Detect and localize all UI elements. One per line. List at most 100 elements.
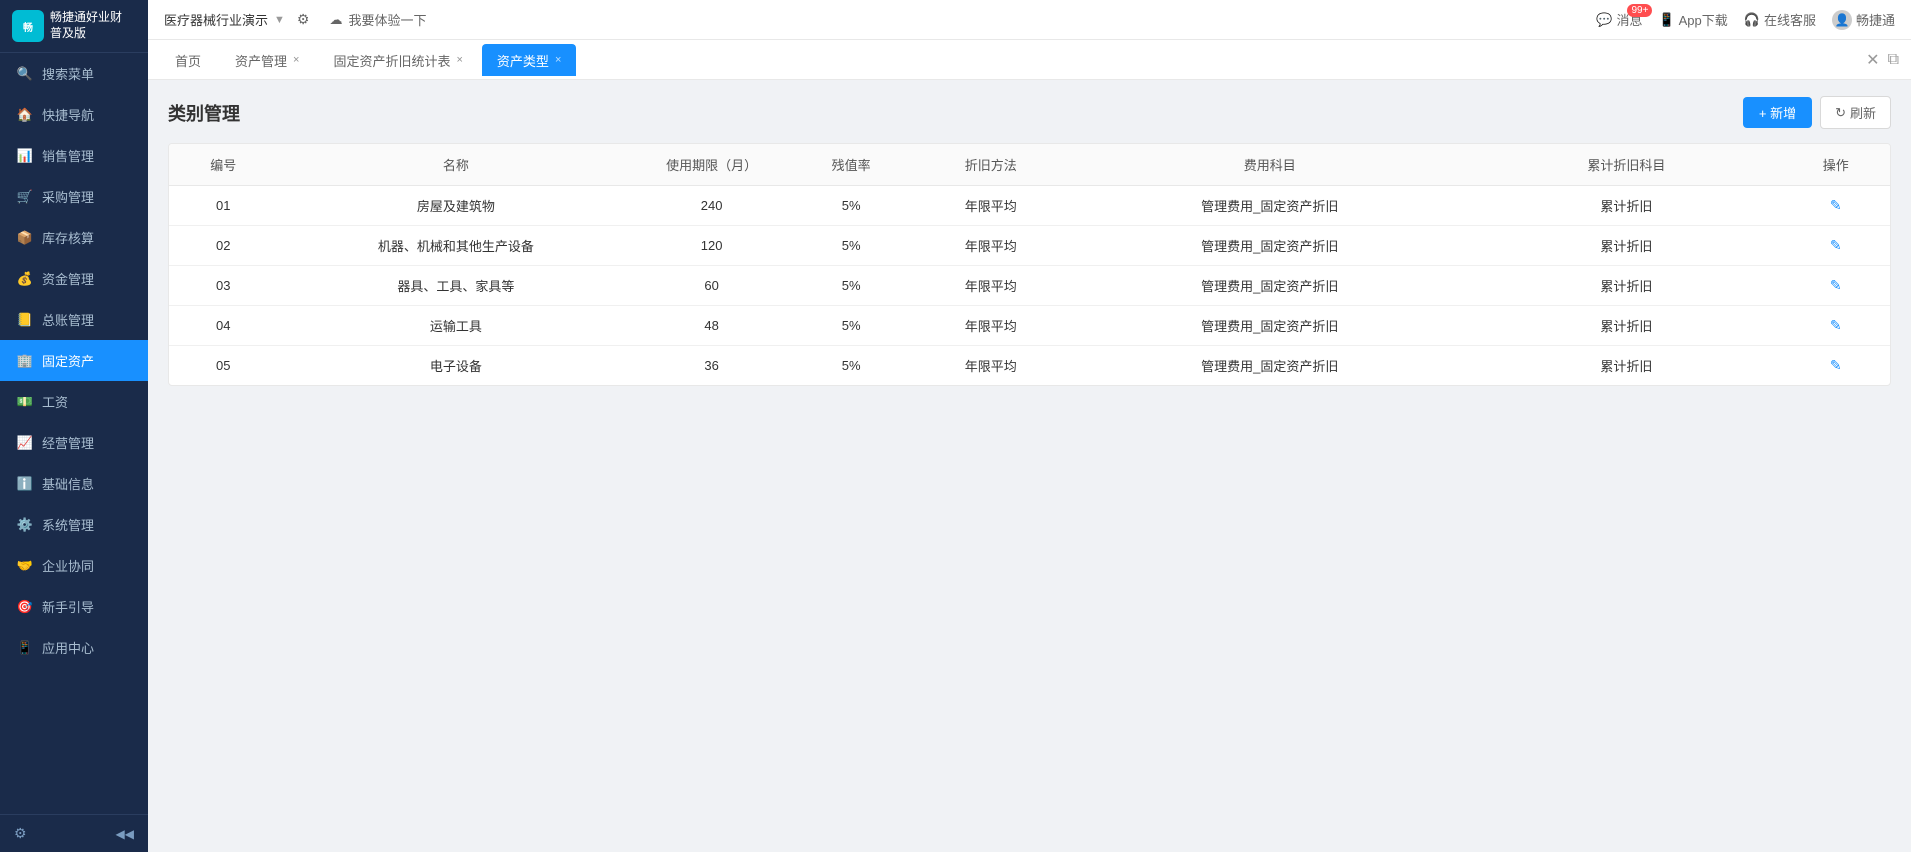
- sidebar-item-enterprise[interactable]: 🤝 企业协同: [0, 545, 148, 586]
- cell-subject-0: 管理费用_固定资产折旧: [1068, 186, 1471, 226]
- table-row: 04 运输工具 48 5% 年限平均 管理费用_固定资产折旧 累计折旧 ✎: [169, 306, 1890, 346]
- topbar-app-download[interactable]: 📱 App下载: [1658, 10, 1727, 29]
- collapse-icon[interactable]: ◀◀: [116, 827, 134, 841]
- tab-depreciation-close[interactable]: ×: [456, 54, 462, 66]
- sidebar-item-operations[interactable]: 📈 经营管理: [0, 422, 148, 463]
- tab-home-label: 首页: [175, 51, 201, 70]
- inventory-icon: 📦: [16, 229, 34, 247]
- guide-label: 新手引导: [42, 597, 94, 616]
- table-row: 05 电子设备 36 5% 年限平均 管理费用_固定资产折旧 累计折旧 ✎: [169, 346, 1890, 386]
- cell-name-2: 器具、工具、家具等: [278, 266, 635, 306]
- settings-icon[interactable]: ⚙: [14, 825, 27, 842]
- refresh-button[interactable]: ↻ 刷新: [1820, 96, 1891, 129]
- basic-info-icon: ℹ️: [16, 475, 34, 493]
- tab-asset-type-close[interactable]: ×: [555, 54, 561, 66]
- col-header-residual: 残值率: [789, 144, 913, 186]
- edit-icon-1[interactable]: ✎: [1830, 237, 1842, 253]
- topbar: 医疗器械行业演示 ▼ ⚙ ☁ 我要体验一下 💬 消息 99+ 📱 App下载 🎧…: [148, 0, 1911, 40]
- cell-action-3[interactable]: ✎: [1781, 306, 1890, 346]
- basic-info-label: 基础信息: [42, 474, 94, 493]
- service-label: 在线客服: [1764, 10, 1816, 29]
- cell-action-4[interactable]: ✎: [1781, 346, 1890, 386]
- sidebar-item-search[interactable]: 🔍 搜索菜单: [0, 53, 148, 94]
- sidebar-item-basic-info[interactable]: ℹ️ 基础信息: [0, 463, 148, 504]
- tab-depreciation[interactable]: 固定资产折旧统计表 ×: [318, 44, 477, 76]
- topbar-settings-icon[interactable]: ⚙: [297, 11, 310, 28]
- refresh-icon: ↻: [1835, 105, 1846, 121]
- user-icon: 👤: [1832, 10, 1852, 30]
- page-title: 类别管理: [168, 100, 240, 126]
- system-icon: ⚙️: [16, 516, 34, 534]
- col-header-subject: 费用科目: [1068, 144, 1471, 186]
- cell-accum-0: 累计折旧: [1471, 186, 1781, 226]
- sidebar-item-system[interactable]: ⚙️ 系统管理: [0, 504, 148, 545]
- new-button[interactable]: + 新增: [1743, 97, 1812, 128]
- col-header-period: 使用期限（月）: [634, 144, 789, 186]
- message-badge: 99+: [1627, 4, 1652, 17]
- cell-residual-0: 5%: [789, 186, 913, 226]
- search-icon: 🔍: [16, 65, 34, 83]
- edit-icon-2[interactable]: ✎: [1830, 277, 1842, 293]
- cell-action-2[interactable]: ✎: [1781, 266, 1890, 306]
- sidebar-item-salary[interactable]: 💵 工资: [0, 381, 148, 422]
- logo-title: 畅捷通好业财: [50, 10, 122, 26]
- cell-accum-4: 累计折旧: [1471, 346, 1781, 386]
- sidebar-item-guide[interactable]: 🎯 新手引导: [0, 586, 148, 627]
- system-label: 系统管理: [42, 515, 94, 534]
- tab-home[interactable]: 首页: [160, 44, 216, 76]
- cell-action-0[interactable]: ✎: [1781, 186, 1890, 226]
- cell-name-3: 运输工具: [278, 306, 635, 346]
- edit-icon-0[interactable]: ✎: [1830, 197, 1842, 213]
- edit-icon-3[interactable]: ✎: [1830, 317, 1842, 333]
- fixed-assets-label: 固定资产: [42, 351, 94, 370]
- tab-asset-type[interactable]: 资产类型 ×: [482, 44, 576, 76]
- cell-no-3: 04: [169, 306, 278, 346]
- topbar-company[interactable]: 医疗器械行业演示 ▼: [164, 10, 285, 29]
- sidebar-item-inventory[interactable]: 📦 库存核算: [0, 217, 148, 258]
- sidebar-item-app-center[interactable]: 📱 应用中心: [0, 627, 148, 668]
- table-row: 02 机器、机械和其他生产设备 120 5% 年限平均 管理费用_固定资产折旧 …: [169, 226, 1890, 266]
- sidebar-logo: 畅 畅捷通好业财 普及版: [0, 0, 148, 53]
- cell-method-2: 年限平均: [913, 266, 1068, 306]
- tab-restore-icon[interactable]: ⧉: [1888, 51, 1899, 69]
- sidebar-item-capital[interactable]: 💰 资金管理: [0, 258, 148, 299]
- cell-subject-2: 管理费用_固定资产折旧: [1068, 266, 1471, 306]
- cell-name-0: 房屋及建筑物: [278, 186, 635, 226]
- sidebar-item-purchase[interactable]: 🛒 采购管理: [0, 176, 148, 217]
- sidebar-item-fixed-assets[interactable]: 🏢 固定资产: [0, 340, 148, 381]
- cell-action-1[interactable]: ✎: [1781, 226, 1890, 266]
- topbar-experience[interactable]: ☁ 我要体验一下: [329, 10, 426, 29]
- operations-label: 经营管理: [42, 433, 94, 452]
- tab-asset-mgmt[interactable]: 资产管理 ×: [220, 44, 314, 76]
- topbar-online-service[interactable]: 🎧 在线客服: [1744, 10, 1816, 29]
- main-area: 医疗器械行业演示 ▼ ⚙ ☁ 我要体验一下 💬 消息 99+ 📱 App下载 🎧…: [148, 0, 1911, 852]
- cell-method-1: 年限平均: [913, 226, 1068, 266]
- tabs-bar: 首页 资产管理 × 固定资产折旧统计表 × 资产类型 × ✕ ⧉: [148, 40, 1911, 80]
- logo-text: 畅捷通好业财 普及版: [50, 10, 122, 41]
- col-header-name: 名称: [278, 144, 635, 186]
- sidebar-item-quick-nav[interactable]: 🏠 快捷导航: [0, 94, 148, 135]
- topbar-user[interactable]: 👤 畅捷通: [1832, 10, 1895, 30]
- edit-icon-4[interactable]: ✎: [1830, 357, 1842, 373]
- dropdown-icon: ▼: [274, 14, 285, 26]
- cell-residual-1: 5%: [789, 226, 913, 266]
- col-header-action: 操作: [1781, 144, 1890, 186]
- logo-subtitle: 普及版: [50, 26, 122, 42]
- cell-accum-1: 累计折旧: [1471, 226, 1781, 266]
- tab-close-all-icon[interactable]: ✕: [1866, 50, 1879, 70]
- topbar-message[interactable]: 💬 消息 99+: [1596, 10, 1642, 29]
- app-icon: 📱: [1658, 12, 1674, 28]
- col-header-method: 折旧方法: [913, 144, 1068, 186]
- salary-icon: 💵: [16, 393, 34, 411]
- sidebar-item-ledger[interactable]: 📒 总账管理: [0, 299, 148, 340]
- cell-no-4: 05: [169, 346, 278, 386]
- capital-label: 资金管理: [42, 269, 94, 288]
- table-row: 03 器具、工具、家具等 60 5% 年限平均 管理费用_固定资产折旧 累计折旧…: [169, 266, 1890, 306]
- cell-period-4: 36: [634, 346, 789, 386]
- tab-asset-mgmt-close[interactable]: ×: [293, 54, 299, 66]
- cell-subject-3: 管理费用_固定资产折旧: [1068, 306, 1471, 346]
- sidebar-item-sales[interactable]: 📊 销售管理: [0, 135, 148, 176]
- enterprise-label: 企业协同: [42, 556, 94, 575]
- cell-period-2: 60: [634, 266, 789, 306]
- cell-subject-1: 管理费用_固定资产折旧: [1068, 226, 1471, 266]
